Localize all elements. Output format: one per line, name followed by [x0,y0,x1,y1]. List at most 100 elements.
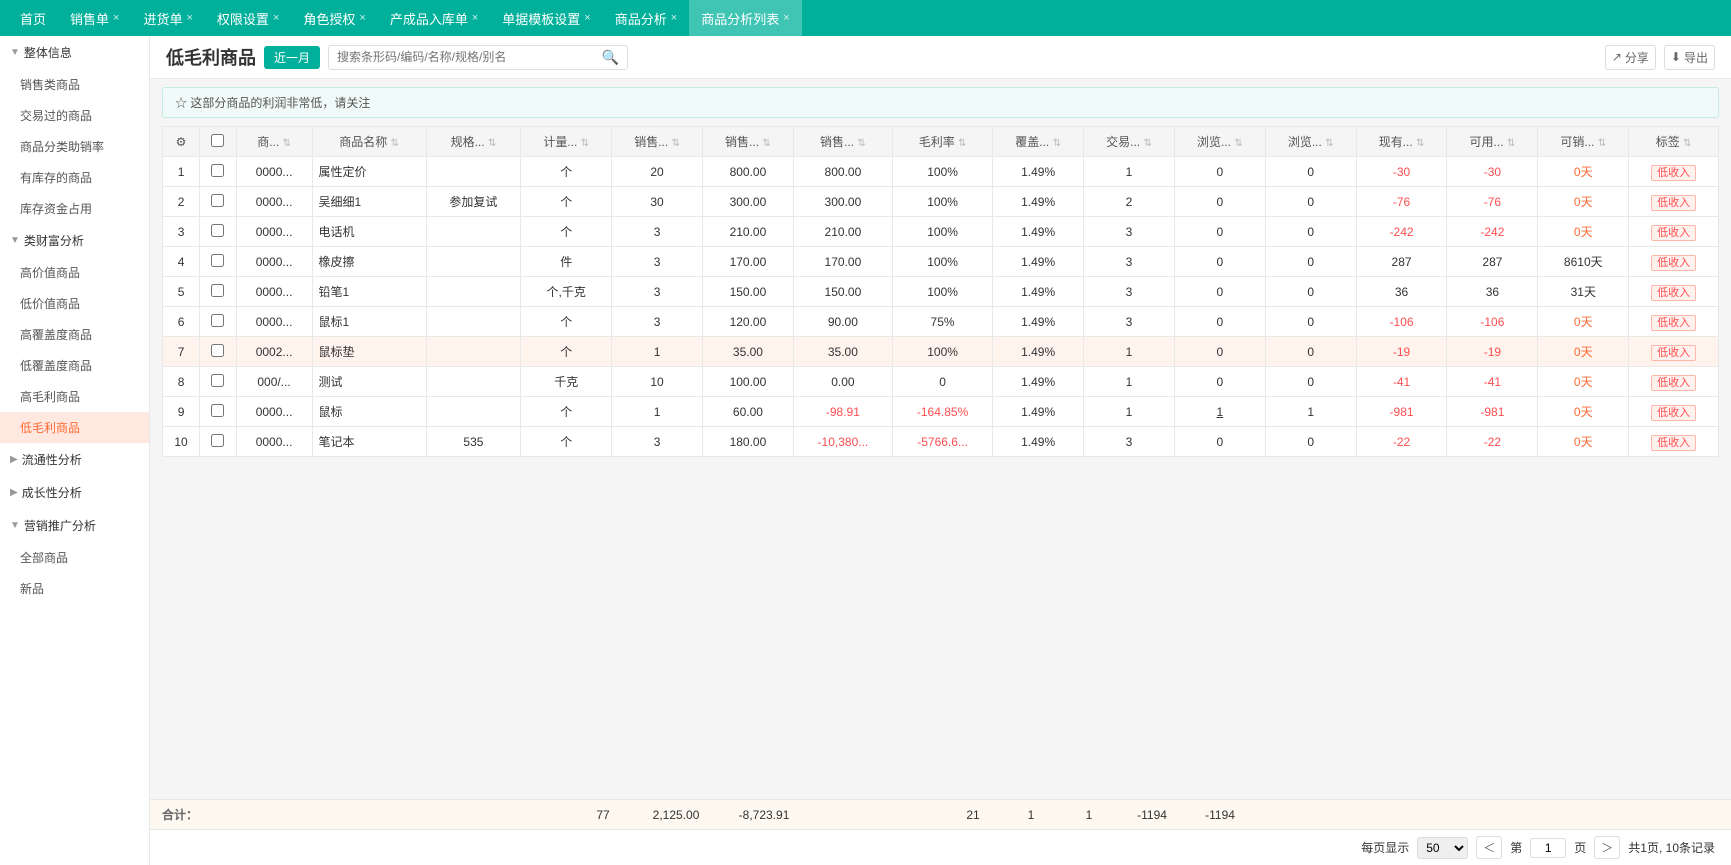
export-button[interactable]: ⬇ 导出 [1664,45,1715,70]
nav-item-首页[interactable]: 首页 [8,0,58,36]
current-page-input[interactable] [1530,838,1566,858]
cell-available: -30 [1447,157,1538,187]
sidebar-item-高价值商品[interactable]: 高价值商品 [0,257,149,288]
close-icon[interactable]: × [584,12,590,24]
sidebar-item-新品[interactable]: 新品 [0,573,149,604]
col-sellable-days[interactable]: 可销... ⇅ [1538,127,1629,157]
close-icon[interactable]: × [783,12,789,24]
row-checkbox[interactable] [211,344,224,357]
close-icon[interactable]: × [186,12,192,24]
cell-name[interactable]: 鼠标垫 [312,337,426,367]
close-icon[interactable]: × [359,12,365,24]
cell-name[interactable]: 测试 [312,367,426,397]
row-checkbox[interactable] [211,194,224,207]
col-settings[interactable]: ⚙ [163,127,200,157]
row-checkbox[interactable] [211,164,224,177]
sidebar-item-低覆盖度商品[interactable]: 低覆盖度商品 [0,350,149,381]
nav-item-进货单[interactable]: 进货单× [131,0,204,36]
sidebar-item-商品分类助销率[interactable]: 商品分类助销率 [0,131,149,162]
col-code[interactable]: 商... ⇅ [236,127,312,157]
close-icon[interactable]: × [472,12,478,24]
cell-check[interactable] [200,397,237,427]
nav-item-单据模板设置[interactable]: 单据模板设置× [490,0,602,36]
search-icon: 🔍 [602,49,619,66]
cell-browse1[interactable]: 1 [1174,397,1265,427]
sidebar-group-整体信息[interactable]: ▼整体信息 [0,36,149,69]
filter-btn[interactable]: 近一月 [264,46,320,69]
sidebar-item-低毛利商品[interactable]: 低毛利商品 [0,412,149,443]
cell-name[interactable]: 笔记本 [312,427,426,457]
cell-available: -22 [1447,427,1538,457]
sidebar-item-交易过的商品[interactable]: 交易过的商品 [0,100,149,131]
chevron-icon: ▶ [10,454,18,465]
row-checkbox[interactable] [211,374,224,387]
cell-check[interactable] [200,427,237,457]
col-current-stock[interactable]: 现有... ⇅ [1356,127,1447,157]
sidebar-group-流通性分析[interactable]: ▶流通性分析 [0,443,149,476]
share-icon: ↗ [1612,50,1622,64]
cell-name[interactable]: 铅笔1 [312,277,426,307]
close-icon[interactable]: × [113,12,119,24]
group-label: 整体信息 [24,44,72,61]
sidebar-group-成长性分析[interactable]: ▶成长性分析 [0,476,149,509]
cell-check[interactable] [200,367,237,397]
col-sales-profit[interactable]: 销售... ⇅ [793,127,892,157]
col-tag[interactable]: 标签 ⇅ [1629,127,1719,157]
row-checkbox[interactable] [211,284,224,297]
cell-name[interactable]: 电话机 [312,217,426,247]
tag-badge: 低收入 [1651,315,1696,331]
col-name[interactable]: 商品名称 ⇅ [312,127,426,157]
sidebar-item-有库存的商品[interactable]: 有库存的商品 [0,162,149,193]
cell-check[interactable] [200,277,237,307]
nav-item-产成品入库单[interactable]: 产成品入库单× [378,0,490,36]
nav-item-权限设置[interactable]: 权限设置× [205,0,291,36]
search-input[interactable] [337,50,602,64]
sidebar-item-销售类商品[interactable]: 销售类商品 [0,69,149,100]
share-button[interactable]: ↗ 分享 [1605,45,1656,70]
col-unit[interactable]: 计量... ⇅ [521,127,612,157]
row-checkbox[interactable] [211,224,224,237]
sidebar-item-高覆盖度商品[interactable]: 高覆盖度商品 [0,319,149,350]
next-page-btn[interactable]: ＞ [1594,836,1620,859]
row-checkbox[interactable] [211,314,224,327]
sidebar-group-类财富分析[interactable]: ▼类财富分析 [0,224,149,257]
cell-check[interactable] [200,337,237,367]
col-coverage[interactable]: 覆盖... ⇅ [993,127,1084,157]
col-available[interactable]: 可用... ⇅ [1447,127,1538,157]
select-all-checkbox[interactable] [211,134,224,147]
col-sales-qty[interactable]: 销售... ⇅ [612,127,703,157]
col-sales-price[interactable]: 销售... ⇅ [702,127,793,157]
col-browse1[interactable]: 浏览... ⇅ [1174,127,1265,157]
cell-check[interactable] [200,307,237,337]
nav-item-销售单[interactable]: 销售单× [58,0,131,36]
sidebar-item-高毛利商品[interactable]: 高毛利商品 [0,381,149,412]
cell-spec [426,217,521,247]
sidebar-item-全部商品[interactable]: 全部商品 [0,542,149,573]
row-checkbox[interactable] [211,404,224,417]
close-icon[interactable]: × [671,12,677,24]
nav-item-商品分析[interactable]: 商品分析× [603,0,689,36]
sidebar-item-库存资金占用[interactable]: 库存资金占用 [0,193,149,224]
row-checkbox[interactable] [211,254,224,267]
sidebar-group-营销推广分析[interactable]: ▼营销推广分析 [0,509,149,542]
nav-item-商品分析列表[interactable]: 商品分析列表× [689,0,801,36]
cell-name[interactable]: 属性定价 [312,157,426,187]
cell-name[interactable]: 吴细细1 [312,187,426,217]
col-spec[interactable]: 规格... ⇅ [426,127,521,157]
nav-item-角色授权[interactable]: 角色授权× [291,0,377,36]
cell-check[interactable] [200,247,237,277]
cell-check[interactable] [200,157,237,187]
cell-name[interactable]: 鼠标 [312,397,426,427]
cell-check[interactable] [200,217,237,247]
cell-check[interactable] [200,187,237,217]
cell-name[interactable]: 鼠标1 [312,307,426,337]
col-trade[interactable]: 交易... ⇅ [1084,127,1175,157]
col-gross-rate[interactable]: 毛利率 ⇅ [892,127,992,157]
sidebar-item-低价值商品[interactable]: 低价值商品 [0,288,149,319]
close-icon[interactable]: × [273,12,279,24]
col-browse2[interactable]: 浏览... ⇅ [1265,127,1356,157]
cell-name[interactable]: 橡皮擦 [312,247,426,277]
page-size-select[interactable]: 50 100 200 [1417,837,1468,859]
row-checkbox[interactable] [211,434,224,447]
prev-page-btn[interactable]: ＜ [1476,836,1502,859]
